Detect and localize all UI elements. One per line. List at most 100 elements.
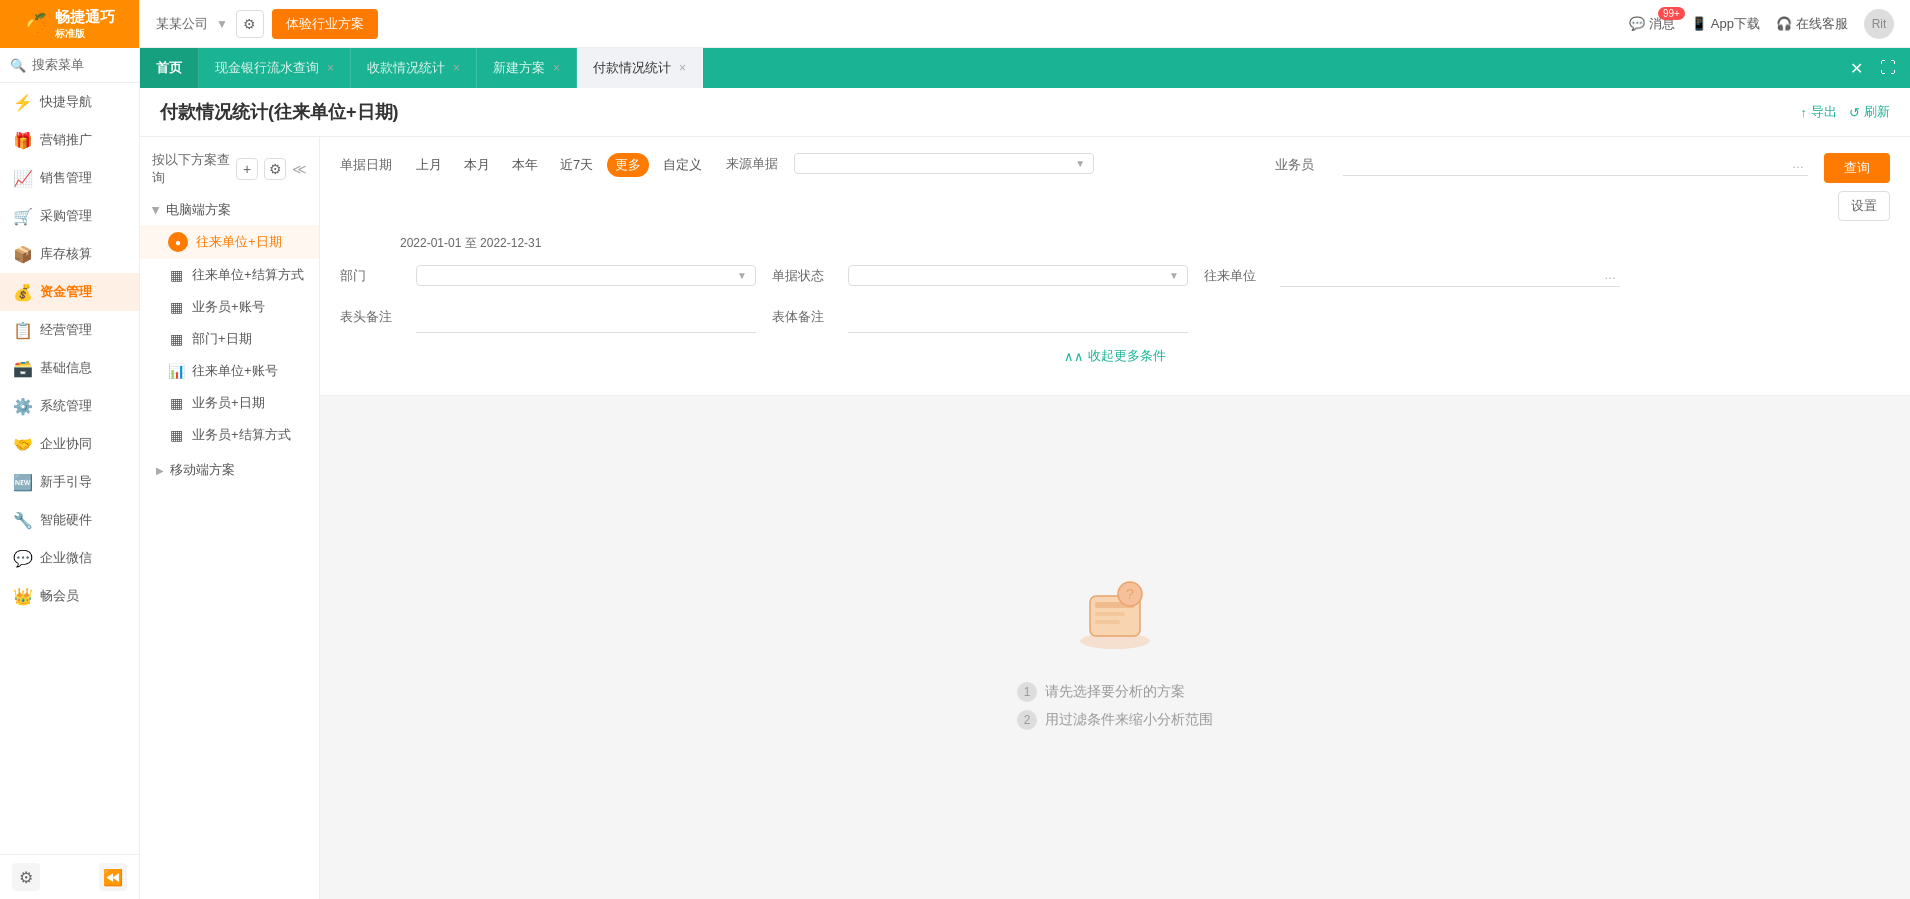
scheme-item-staff-settle[interactable]: ▦ 业务员+结算方式 [140,419,319,451]
tab-bank-close[interactable]: × [327,61,334,75]
pc-group-arrow: ▶ [151,206,162,214]
main: 某某公司 ▼ ⚙ 体验行业方案 💬 消息 99+ 📱 App下载 🎧 在线客服 … [140,0,1910,899]
tab-home[interactable]: 首页 [140,48,199,88]
inventory-icon: 📦 [14,245,32,263]
source-label: 来源单据 [726,155,786,173]
filter-area: 单据日期 上月 本月 本年 近7天 更多 自定义 [320,137,1910,396]
docstatus-select[interactable]: ▼ [848,265,1188,286]
sidebar-item-enterprise[interactable]: 🤝 企业协同 [0,425,139,463]
scheme-item-partner-date[interactable]: ● 往来单位+日期 [140,225,319,259]
staff-dots[interactable]: … [1792,157,1804,171]
query-btn[interactable]: 查询 [1824,153,1890,183]
scheme-group-mobile: ▶ 移动端方案 [140,455,319,485]
sidebar-item-basicinfo[interactable]: 🗃️ 基础信息 [0,349,139,387]
sidebar-item-inventory[interactable]: 📦 库存核算 [0,235,139,273]
export-btn[interactable]: ↑ 导出 [1801,103,1838,121]
scheme-collapse-btn[interactable]: ≪ [292,161,307,177]
sidebar-item-operations[interactable]: 📋 经营管理 [0,311,139,349]
scheme-item-staff-date-label: 业务员+日期 [192,394,265,412]
scheme-group-pc: ▶ 电脑端方案 ● 往来单位+日期 ▦ 往来单位+结算方式 ▦ 业务员+账号 [140,195,319,451]
tab-new-scheme-close[interactable]: × [553,61,560,75]
svg-rect-4 [1095,620,1120,624]
search-menu-label: 搜索菜单 [32,56,84,74]
date-tab-custom[interactable]: 自定义 [655,153,710,177]
try-industry-btn[interactable]: 体验行业方案 [272,9,378,39]
scheme-panel-header: 按以下方案查询 + ⚙ ≪ [140,147,319,195]
scheme-settings-btn[interactable]: ⚙ [264,158,286,180]
collapse-more-row: ∧∧ 收起更多条件 [340,333,1890,379]
sidebar-item-purchase[interactable]: 🛒 采购管理 [0,197,139,235]
scheme-group-pc-header[interactable]: ▶ 电脑端方案 [140,195,319,225]
sidebar-item-system[interactable]: ⚙️ 系统管理 [0,387,139,425]
user-avatar[interactable]: Rit [1864,9,1894,39]
staff-label: 业务员 [1275,156,1335,174]
sidebar-item-finance[interactable]: 💰 资金管理 [0,273,139,311]
app-download-btn[interactable]: 📱 App下载 [1691,15,1760,33]
tab-payment-close[interactable]: × [679,61,686,75]
scheme-panel: 按以下方案查询 + ⚙ ≪ ▶ 电脑端方案 ● 往来单位+日期 [140,137,320,899]
tab-close-all-btn[interactable]: ✕ [1842,54,1870,82]
sidebar-item-smarthw-label: 智能硬件 [40,511,92,529]
scheme-add-btn[interactable]: + [236,158,258,180]
sidebar-item-quicknav[interactable]: ⚡ 快捷导航 [0,83,139,121]
date-tab-more[interactable]: 更多 [607,153,649,177]
tab-payment[interactable]: 付款情况统计 × [577,48,703,88]
collapse-btn[interactable]: ∧∧ 收起更多条件 [1048,341,1182,371]
service-icon: 🎧 [1776,16,1792,31]
export-icon: ↑ [1801,105,1808,120]
topbar-gear-btn[interactable]: ⚙ [236,10,264,38]
sidebar-settings-btn[interactable]: ⚙ [12,863,40,891]
company-dropdown-icon[interactable]: ▼ [216,17,228,31]
scheme-item-partner-date-label: 往来单位+日期 [196,233,282,251]
settings-btn[interactable]: 设置 [1838,191,1890,221]
sidebar-item-smarthw[interactable]: 🔧 智能硬件 [0,501,139,539]
body-note-input[interactable] [852,305,1184,328]
app-icon: 📱 [1691,16,1707,31]
scheme-item-staff-account[interactable]: ▦ 业务员+账号 [140,291,319,323]
message-btn[interactable]: 💬 消息 99+ [1629,15,1675,33]
body-note-label: 表体备注 [772,308,832,326]
filter-actions: 查询 设置 [1824,153,1890,221]
dept-select[interactable]: ▼ [416,265,756,286]
partner-dots[interactable]: … [1604,268,1616,282]
logo-text: 畅捷通巧 [55,8,115,27]
pc-group-label: 电脑端方案 [166,201,231,219]
date-tab-7days[interactable]: 近7天 [552,153,601,177]
date-tab-this-year[interactable]: 本年 [504,153,546,177]
topbar-right: 💬 消息 99+ 📱 App下载 🎧 在线客服 Rit [1629,9,1894,39]
enterprise-icon: 🤝 [14,435,32,453]
tab-receivable[interactable]: 收款情况统计 × [351,48,477,88]
scheme-item-partner-account-label: 往来单位+账号 [192,362,278,380]
tab-bank[interactable]: 现金银行流水查询 × [199,48,351,88]
sidebar-item-marketing-label: 营销推广 [40,131,92,149]
tab-maximize-btn[interactable]: ⛶ [1874,54,1902,82]
mobile-group-arrow: ▶ [156,465,164,476]
scheme-group-mobile-header[interactable]: ▶ 移动端方案 [140,455,319,485]
tab-receivable-close[interactable]: × [453,61,460,75]
sidebar-item-wechat[interactable]: 💬 企业微信 [0,539,139,577]
sidebar-item-guide[interactable]: 🆕 新手引导 [0,463,139,501]
date-tab-last-month[interactable]: 上月 [408,153,450,177]
collapse-icon: ∧∧ [1064,349,1084,364]
table-icon-3: ▦ [168,331,184,347]
sidebar-item-operations-label: 经营管理 [40,321,92,339]
sidebar-item-member[interactable]: 👑 畅会员 [0,577,139,615]
source-select[interactable]: ▼ [794,153,1094,174]
sidebar-item-marketing[interactable]: 🎁 营销推广 [0,121,139,159]
header-note-input[interactable] [420,305,752,328]
scheme-item-dept-date[interactable]: ▦ 部门+日期 [140,323,319,355]
service-btn[interactable]: 🎧 在线客服 [1776,15,1848,33]
scheme-item-staff-date[interactable]: ▦ 业务员+日期 [140,387,319,419]
smarthw-icon: 🔧 [14,511,32,529]
step-num-1: 1 [1017,682,1037,702]
search-menu[interactable]: 🔍 搜索菜单 [0,48,139,83]
scheme-item-partner-account[interactable]: 📊 往来单位+账号 [140,355,319,387]
scheme-item-partner-settle[interactable]: ▦ 往来单位+结算方式 [140,259,319,291]
svg-text:?: ? [1126,586,1134,602]
date-range-display: 2022-01-01 至 2022-12-31 [400,235,1890,252]
sidebar-item-sales[interactable]: 📈 销售管理 [0,159,139,197]
refresh-btn[interactable]: ↺ 刷新 [1849,103,1890,121]
date-tab-this-month[interactable]: 本月 [456,153,498,177]
tab-new-scheme[interactable]: 新建方案 × [477,48,577,88]
sidebar-collapse-btn[interactable]: ⏪ [99,863,127,891]
